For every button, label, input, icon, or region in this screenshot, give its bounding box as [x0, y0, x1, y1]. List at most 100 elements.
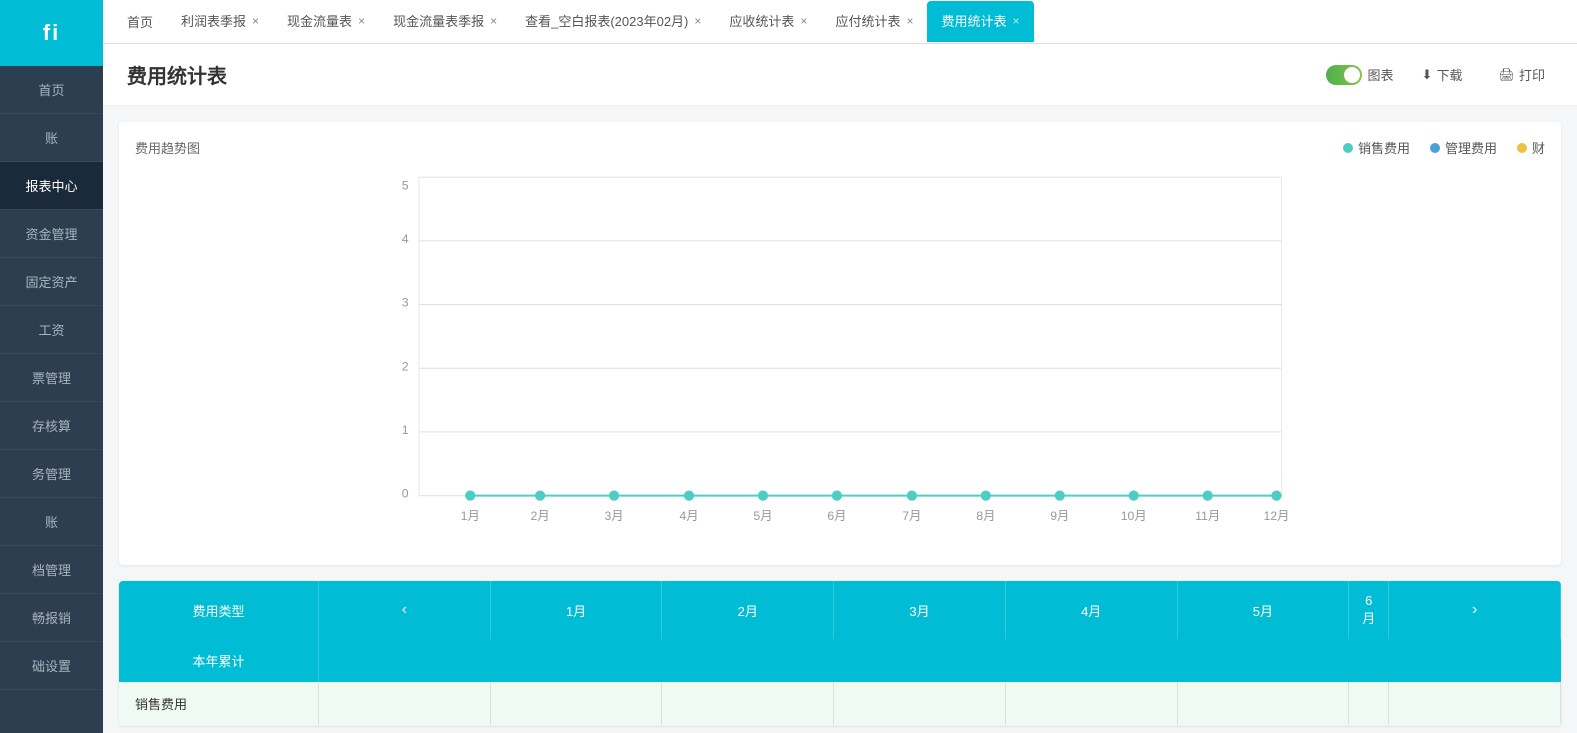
svg-text:7月: 7月	[902, 509, 921, 523]
svg-text:6月: 6月	[827, 509, 846, 523]
sidebar-item-salary[interactable]: 工资	[0, 306, 103, 354]
row-ytd	[1389, 682, 1561, 725]
svg-text:9月: 9月	[1050, 509, 1069, 523]
svg-text:5月: 5月	[753, 509, 772, 523]
sidebar-item-ledger[interactable]: 账	[0, 114, 103, 162]
page-header: 费用统计表 图表 ⬇ 下载 🖨 打印	[103, 44, 1577, 106]
legend-label-sales: 销售费用	[1358, 138, 1410, 157]
col-m4: 4月	[1006, 581, 1178, 639]
col-next[interactable]: ›	[1389, 581, 1561, 639]
tab-close-payable[interactable]: ×	[906, 14, 913, 28]
tab-close-receivable[interactable]: ×	[800, 14, 807, 28]
legend-dot-mgmt	[1430, 143, 1440, 153]
tab-close-blank[interactable]: ×	[694, 14, 701, 28]
chart-svg: 0 1 2 3 4 5 1月 2月	[135, 169, 1545, 549]
sidebar: fi 首页 账 报表中心 资金管理 固定资产 工资 票管理 存核算 务管理 账 …	[0, 0, 103, 733]
col-prev[interactable]: ‹	[319, 581, 491, 639]
chart-header: 费用趋势图 销售费用 管理费用 财	[135, 138, 1545, 157]
col-m6: 6月	[1349, 581, 1389, 639]
row-m2	[491, 682, 663, 725]
chart-section: 费用趋势图 销售费用 管理费用 财	[119, 122, 1561, 565]
svg-text:10月: 10月	[1121, 509, 1147, 523]
next-arrow[interactable]: ›	[1468, 601, 1481, 619]
prev-arrow[interactable]: ‹	[398, 601, 411, 619]
svg-text:4: 4	[402, 232, 409, 246]
svg-text:0: 0	[402, 487, 409, 501]
expense-table: 费用类型 ‹ 1月 2月 3月 4月 5月 6月 › 本年累计 销售费用	[119, 581, 1561, 726]
row-m5	[1006, 682, 1178, 725]
print-label: 打印	[1519, 65, 1545, 84]
col-m3: 3月	[834, 581, 1006, 639]
legend-label-mgmt: 管理费用	[1445, 138, 1497, 157]
svg-text:1月: 1月	[461, 509, 480, 523]
legend-dot-finance	[1517, 143, 1527, 153]
tab-receivable[interactable]: 应收统计表 ×	[715, 1, 821, 42]
sidebar-item-inventory[interactable]: 存核算	[0, 402, 103, 450]
sidebar-item-sub-ledger[interactable]: 账	[0, 498, 103, 546]
legend-sales: 销售费用	[1343, 138, 1410, 157]
tab-close-profit[interactable]: ×	[252, 14, 259, 28]
download-button[interactable]: ⬇ 下载	[1414, 61, 1471, 88]
header-actions: 图表 ⬇ 下载 🖨 打印	[1326, 61, 1553, 88]
page-title: 费用统计表	[127, 60, 227, 89]
app-logo: fi	[0, 0, 103, 66]
sidebar-item-file[interactable]: 档管理	[0, 546, 103, 594]
sidebar-item-cash-mgmt[interactable]: 资金管理	[0, 210, 103, 258]
sidebar-item-report-center[interactable]: 报表中心	[0, 162, 103, 210]
svg-text:3月: 3月	[604, 509, 623, 523]
col-ytd: 本年累计	[119, 639, 319, 682]
legend-finance: 财	[1517, 138, 1545, 157]
tab-cashflow[interactable]: 现金流量表 ×	[273, 1, 379, 42]
row-type: 销售费用	[119, 682, 319, 725]
tab-expense-stats[interactable]: 费用统计表 ×	[927, 1, 1033, 42]
svg-text:4月: 4月	[679, 509, 698, 523]
row-m1	[319, 682, 491, 725]
sidebar-item-fixed-assets[interactable]: 固定资产	[0, 258, 103, 306]
tab-payable[interactable]: 应付统计表 ×	[821, 1, 927, 42]
svg-text:11月: 11月	[1195, 509, 1220, 523]
sidebar-item-base-settings[interactable]: 础设置	[0, 642, 103, 690]
svg-text:2月: 2月	[531, 509, 550, 523]
tab-view-blank[interactable]: 查看_空白报表(2023年02月) ×	[511, 1, 715, 42]
svg-text:5: 5	[402, 179, 409, 193]
chart-toggle-label: 图表	[1326, 65, 1394, 85]
print-icon: 🖨	[1498, 67, 1515, 83]
table-row: 销售费用	[119, 682, 1561, 726]
svg-text:1: 1	[402, 423, 409, 437]
download-label: 下载	[1436, 65, 1462, 84]
col-m5: 5月	[1178, 581, 1350, 639]
chart-title: 费用趋势图	[135, 138, 200, 157]
svg-text:2: 2	[402, 359, 409, 373]
legend-label-finance: 财	[1532, 138, 1545, 157]
tab-close-expense[interactable]: ×	[1012, 14, 1019, 28]
col-m2: 2月	[662, 581, 834, 639]
toggle-text: 图表	[1368, 65, 1394, 84]
col-type: 费用类型	[119, 581, 319, 639]
sidebar-item-home[interactable]: 首页	[0, 66, 103, 114]
sidebar-item-service[interactable]: 务管理	[0, 450, 103, 498]
col-m1: 1月	[491, 581, 663, 639]
svg-text:3: 3	[402, 296, 409, 310]
legend-dot-sales	[1343, 143, 1353, 153]
chart-container: 0 1 2 3 4 5 1月 2月	[135, 169, 1545, 549]
row-m4	[834, 682, 1006, 725]
chart-toggle[interactable]	[1326, 65, 1362, 85]
tab-home[interactable]: 首页	[113, 2, 167, 41]
row-m3	[662, 682, 834, 725]
print-button[interactable]: 🖨 打印	[1490, 61, 1553, 88]
tab-profit-quarterly[interactable]: 利润表季报 ×	[167, 1, 273, 42]
tab-bar: 首页 利润表季报 × 现金流量表 × 现金流量表季报 × 查看_空白报表(202…	[103, 0, 1577, 44]
svg-text:12月: 12月	[1263, 509, 1289, 523]
download-icon: ⬇	[1422, 67, 1433, 83]
content-area: 费用统计表 图表 ⬇ 下载 🖨 打印 费用趋势图	[103, 44, 1577, 733]
chart-legend: 销售费用 管理费用 财	[1343, 138, 1545, 157]
tab-cashflow-quarterly[interactable]: 现金流量表季报 ×	[379, 1, 511, 42]
tab-close-cashflow[interactable]: ×	[358, 14, 365, 28]
main-area: 首页 利润表季报 × 现金流量表 × 现金流量表季报 × 查看_空白报表(202…	[103, 0, 1577, 733]
table-header: 费用类型 ‹ 1月 2月 3月 4月 5月 6月 › 本年累计	[119, 581, 1561, 682]
tab-close-cashflow-q[interactable]: ×	[490, 14, 497, 28]
legend-mgmt: 管理费用	[1430, 138, 1497, 157]
sidebar-item-invoice[interactable]: 票管理	[0, 354, 103, 402]
row-m6	[1178, 682, 1350, 725]
sidebar-item-writeoff[interactable]: 畅报销	[0, 594, 103, 642]
